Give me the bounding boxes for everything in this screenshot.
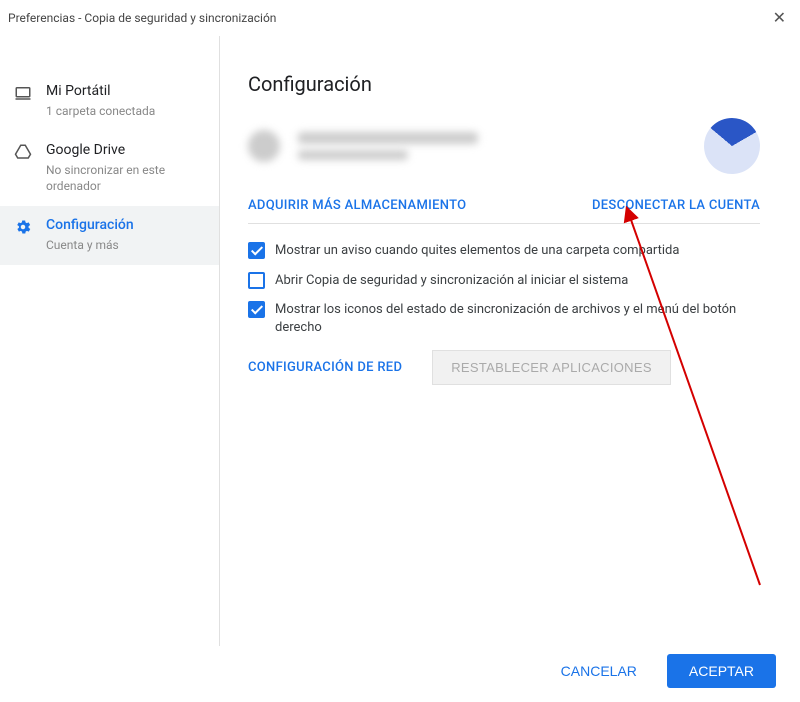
storage-pie-icon [693, 107, 772, 186]
checkbox[interactable] [248, 301, 265, 318]
close-icon[interactable]: ✕ [769, 8, 790, 28]
sidebar-item-title: Configuración [46, 216, 134, 235]
sidebar-item-drive[interactable]: Google Drive No sincronizar en este orde… [0, 131, 219, 206]
laptop-icon [14, 84, 32, 102]
avatar [248, 130, 280, 162]
checkbox[interactable] [248, 242, 265, 259]
checkbox-row[interactable]: Abrir Copia de seguridad y sincronizació… [248, 272, 760, 290]
footer: CANCELAR ACEPTAR [527, 640, 800, 702]
sidebar-item-sub: No sincronizar en este ordenador [46, 162, 205, 194]
window-title: Preferencias - Copia de seguridad y sinc… [8, 11, 276, 25]
reset-apps-button: RESTABLECER APLICACIONES [432, 350, 671, 385]
sidebar-item-laptop[interactable]: Mi Portátil 1 carpeta conectada [0, 72, 219, 131]
checkbox-label: Mostrar los iconos del estado de sincron… [275, 301, 760, 336]
titlebar: Preferencias - Copia de seguridad y sinc… [0, 0, 800, 36]
main-panel: Configuración ADQUIRIR MÁS ALMACENAMIENT… [220, 36, 800, 646]
cancel-button[interactable]: CANCELAR [551, 655, 647, 687]
page-title: Configuración [248, 72, 760, 96]
disconnect-account-button[interactable]: DESCONECTAR LA CUENTA [592, 198, 760, 213]
sidebar-item-title: Google Drive [46, 141, 205, 160]
account-detail-redacted [298, 150, 408, 160]
sidebar-item-sub: 1 carpeta conectada [46, 103, 155, 119]
accept-button[interactable]: ACEPTAR [667, 654, 776, 688]
checkbox-row[interactable]: Mostrar los iconos del estado de sincron… [248, 301, 760, 336]
gear-icon [14, 218, 32, 236]
sidebar: Mi Portátil 1 carpeta conectada Google D… [0, 36, 220, 646]
checkbox-label: Mostrar un aviso cuando quites elementos… [275, 242, 679, 260]
checkbox-row[interactable]: Mostrar un aviso cuando quites elementos… [248, 242, 760, 260]
account-row [248, 118, 760, 174]
drive-icon [14, 143, 32, 161]
divider [248, 223, 760, 224]
account-name-redacted [298, 132, 478, 144]
network-settings-button[interactable]: CONFIGURACIÓN DE RED [248, 360, 402, 375]
sidebar-item-settings[interactable]: Configuración Cuenta y más [0, 206, 219, 265]
checkbox[interactable] [248, 272, 265, 289]
get-more-storage-button[interactable]: ADQUIRIR MÁS ALMACENAMIENTO [248, 198, 466, 213]
checkbox-label: Abrir Copia de seguridad y sincronizació… [275, 272, 628, 290]
sidebar-item-sub: Cuenta y más [46, 237, 134, 253]
sidebar-item-title: Mi Portátil [46, 82, 155, 101]
